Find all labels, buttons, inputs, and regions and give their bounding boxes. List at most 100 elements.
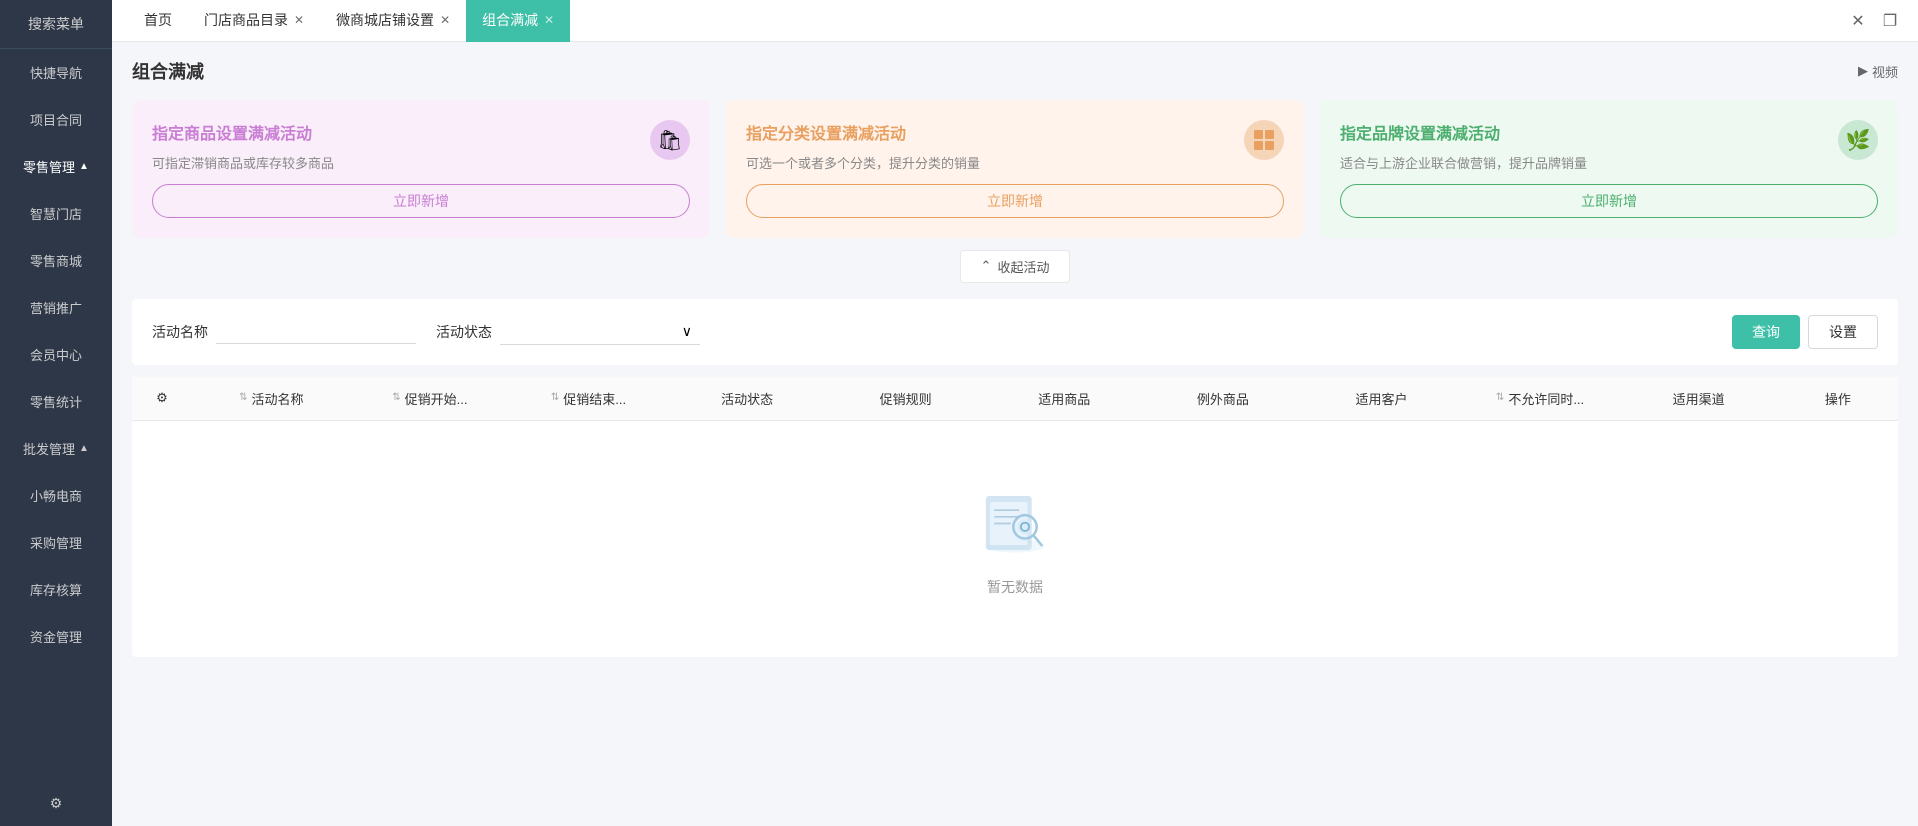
- collapse-bar: ⌃ 收起活动: [132, 250, 1898, 283]
- tab-wechat-settings-label: 微商城店铺设置: [336, 10, 434, 30]
- sort-icon[interactable]: ⇅: [392, 393, 400, 403]
- activity-name-label: 活动名称: [152, 322, 208, 342]
- category-discount-desc: 可选一个或者多个分类，提升分类的销量: [746, 154, 1284, 174]
- sidebar-item-label: 批发管理: [23, 439, 75, 458]
- tab-bar-actions: ✕ ❐: [1846, 9, 1902, 33]
- main-area: 首页 门店商品目录 ✕ 微商城店铺设置 ✕ 组合满减 ✕ ✕ ❐ 组合满减 ▶ …: [112, 0, 1918, 826]
- category-discount-card: 指定分类设置满减活动 可选一个或者多个分类，提升分类的销量 立即新增: [726, 100, 1304, 238]
- table-container: ⚙ ⇅ 活动名称 ⇅ 促销开始... ⇅ 促销结束... 活动状态: [132, 377, 1898, 657]
- category-discount-add-button[interactable]: 立即新增: [746, 184, 1284, 218]
- empty-text: 暂无数据: [987, 577, 1043, 597]
- goods-discount-icon: 🛍: [650, 120, 690, 160]
- brand-discount-desc: 适合与上游企业联合做营销，提升品牌销量: [1340, 154, 1878, 174]
- sidebar-item-retail-mall[interactable]: 零售商城: [0, 237, 112, 284]
- gear-icon: ⚙: [156, 390, 168, 406]
- sort-icon[interactable]: ⇅: [1496, 393, 1504, 403]
- sidebar-item-smart-store[interactable]: 智慧门店: [0, 190, 112, 237]
- col-not-allowed: ⇅ 不允许同时...: [1461, 389, 1620, 408]
- activity-status-select[interactable]: ∨: [500, 319, 700, 345]
- brand-discount-add-button[interactable]: 立即新增: [1340, 184, 1878, 218]
- tab-product-catalog[interactable]: 门店商品目录 ✕: [188, 0, 320, 42]
- page-title: 组合满减: [132, 58, 204, 84]
- window-close-button[interactable]: ✕: [1846, 9, 1870, 33]
- sidebar-item-label: 零售统计: [30, 392, 82, 411]
- sidebar-item-wholesale-mgmt[interactable]: 批发管理 ▲: [0, 425, 112, 472]
- brand-discount-icon: 🌿: [1838, 120, 1878, 160]
- chevron-up-icon: ⌃: [981, 258, 992, 274]
- tab-combo-discount-label: 组合满减: [482, 10, 538, 30]
- sidebar-item-quick-nav[interactable]: 快捷导航: [0, 49, 112, 96]
- empty-state: 暂无数据: [132, 421, 1898, 657]
- brand-discount-title: 指定品牌设置满减活动: [1340, 120, 1878, 144]
- filter-bar: 活动名称 活动状态 ∨ 查询 设置: [132, 299, 1898, 365]
- collapse-label: 收起活动: [997, 257, 1049, 276]
- sidebar-item-label: 快捷导航: [30, 63, 82, 82]
- col-activity-status: 活动状态: [668, 389, 827, 408]
- sidebar: 搜索菜单 快捷导航 项目合同 零售管理 ▲ 智慧门店 零售商城 营销推广 会员中…: [0, 0, 112, 826]
- sidebar-item-member-center[interactable]: 会员中心: [0, 331, 112, 378]
- sidebar-item-label: 零售商城: [30, 251, 82, 270]
- col-applicable-channel: 适用渠道: [1619, 389, 1778, 408]
- category-discount-icon: [1244, 120, 1284, 160]
- sidebar-item-label: 智慧门店: [30, 204, 82, 223]
- sidebar-item-label: 零售管理: [23, 157, 75, 176]
- activity-name-input[interactable]: [216, 319, 416, 344]
- sidebar-item-retail-mgmt[interactable]: 零售管理 ▲: [0, 143, 112, 190]
- window-restore-button[interactable]: ❐: [1878, 9, 1902, 33]
- col-excluded-goods: 例外商品: [1144, 389, 1303, 408]
- play-icon: ▶: [1858, 63, 1868, 79]
- tab-product-catalog-label: 门店商品目录: [204, 10, 288, 30]
- sidebar-search[interactable]: 搜索菜单: [0, 0, 112, 49]
- tab-combo-discount-close[interactable]: ✕: [544, 13, 554, 27]
- sidebar-item-xichang[interactable]: 小畅电商: [0, 472, 112, 519]
- tab-bar: 首页 门店商品目录 ✕ 微商城店铺设置 ✕ 组合满减 ✕ ✕ ❐: [112, 0, 1918, 42]
- settings-button[interactable]: 设置: [1808, 315, 1878, 349]
- tab-product-catalog-close[interactable]: ✕: [294, 13, 304, 27]
- sidebar-item-finance[interactable]: 资金管理: [0, 613, 112, 660]
- goods-discount-title: 指定商品设置满减活动: [152, 120, 690, 144]
- col-promo-rule: 促销规则: [826, 389, 985, 408]
- sidebar-item-inventory[interactable]: 库存核算: [0, 566, 112, 613]
- tab-home[interactable]: 首页: [128, 0, 188, 42]
- gear-icon: ⚙: [50, 795, 63, 811]
- video-link[interactable]: ▶ 视频: [1858, 62, 1898, 81]
- col-applicable-customer: 适用客户: [1302, 389, 1461, 408]
- goods-discount-desc: 可指定滞销商品或库存较多商品: [152, 154, 690, 174]
- sidebar-item-label: 资金管理: [30, 627, 82, 646]
- filter-actions: 查询 设置: [1732, 315, 1878, 349]
- content-area: 组合满减 ▶ 视频 🛍 指定商品设置满减活动 可指定滞销商品或库存较多商品 立即…: [112, 42, 1918, 826]
- sort-icon[interactable]: ⇅: [239, 393, 247, 403]
- collapse-button[interactable]: ⌃ 收起活动: [960, 250, 1071, 283]
- table-header: ⚙ ⇅ 活动名称 ⇅ 促销开始... ⇅ 促销结束... 活动状态: [132, 377, 1898, 421]
- sidebar-item-project-contract[interactable]: 项目合同: [0, 96, 112, 143]
- chevron-down-icon: ∨: [682, 323, 692, 340]
- sidebar-settings-button[interactable]: ⚙: [0, 781, 112, 826]
- activity-status-field: 活动状态 ∨: [436, 319, 700, 345]
- brand-discount-card: 🌿 指定品牌设置满减活动 适合与上游企业联合做营销，提升品牌销量 立即新增: [1320, 100, 1898, 238]
- col-promo-start: ⇅ 促销开始...: [351, 389, 510, 408]
- activity-name-field: 活动名称: [152, 319, 416, 344]
- sidebar-item-marketing[interactable]: 营销推广: [0, 284, 112, 331]
- tab-wechat-settings[interactable]: 微商城店铺设置 ✕: [320, 0, 466, 42]
- category-discount-title: 指定分类设置满减活动: [746, 120, 1284, 144]
- sidebar-item-label: 小畅电商: [30, 486, 82, 505]
- video-link-label: 视频: [1872, 62, 1898, 81]
- goods-discount-add-button[interactable]: 立即新增: [152, 184, 690, 218]
- sidebar-item-purchase-mgmt[interactable]: 采购管理: [0, 519, 112, 566]
- sidebar-item-retail-stats[interactable]: 零售统计: [0, 378, 112, 425]
- col-activity-name: ⇅ 活动名称: [192, 389, 351, 408]
- sidebar-item-label: 营销推广: [30, 298, 82, 317]
- col-operations: 操作: [1778, 389, 1898, 408]
- col-promo-end: ⇅ 促销结束...: [509, 389, 668, 408]
- sort-icon[interactable]: ⇅: [551, 393, 559, 403]
- sidebar-item-label: 项目合同: [30, 110, 82, 129]
- tab-wechat-settings-close[interactable]: ✕: [440, 13, 450, 27]
- tab-combo-discount[interactable]: 组合满减 ✕: [466, 0, 570, 42]
- col-settings[interactable]: ⚙: [132, 389, 192, 408]
- cards-row: 🛍 指定商品设置满减活动 可指定滞销商品或库存较多商品 立即新增 指定分类设置满…: [132, 100, 1898, 238]
- tab-home-label: 首页: [144, 10, 172, 30]
- chevron-up-icon: ▲: [79, 161, 89, 172]
- no-data-illustration: [965, 481, 1065, 561]
- sidebar-item-label: 会员中心: [30, 345, 82, 364]
- query-button[interactable]: 查询: [1732, 315, 1800, 349]
